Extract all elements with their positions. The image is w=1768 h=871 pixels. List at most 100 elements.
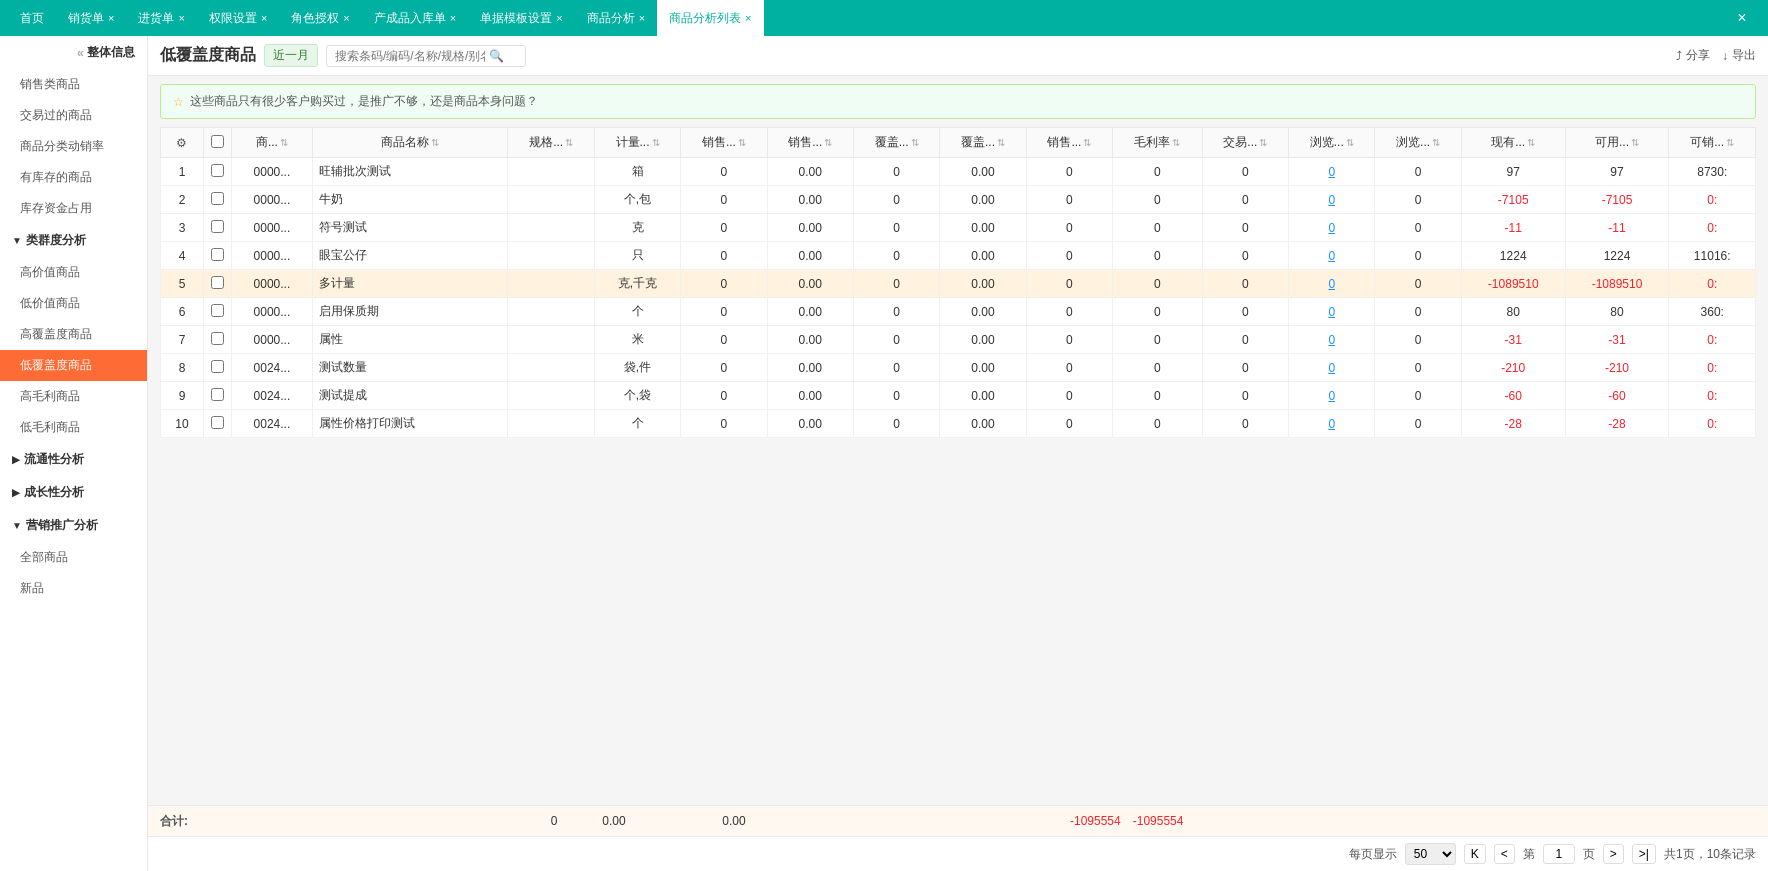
row-cover2: 0.00 <box>940 158 1026 186</box>
row-sales3: 0 <box>1026 298 1112 326</box>
row-cover2: 0.00 <box>940 410 1026 438</box>
select-all-checkbox[interactable] <box>211 135 224 148</box>
nav-role-auth[interactable]: 角色授权 × <box>279 0 361 36</box>
current-page-input[interactable] <box>1543 844 1575 864</box>
nav-purchase-order[interactable]: 进货单 × <box>126 0 196 36</box>
sidebar-item-low-value[interactable]: 低价值商品 <box>0 288 147 319</box>
nav-sales-order[interactable]: 销货单 × <box>56 0 126 36</box>
nav-product-analysis-list[interactable]: 商品分析列表 × <box>657 0 763 36</box>
next-page-button[interactable]: > <box>1603 844 1624 864</box>
row-code: 0000... <box>231 270 312 298</box>
nav-close-sales[interactable]: × <box>108 12 114 24</box>
table-container: ⚙ 商... ⇅ <box>148 119 1768 805</box>
row-gross: 0 <box>1113 410 1203 438</box>
row-checkbox[interactable] <box>203 242 231 270</box>
row-name: 测试数量 <box>312 354 508 382</box>
row-gross: 0 <box>1113 270 1203 298</box>
sidebar-header-overall[interactable]: « 整体信息 <box>0 36 147 69</box>
prev-page-button[interactable]: < <box>1494 844 1515 864</box>
row-checkbox[interactable] <box>203 158 231 186</box>
sidebar-item-high-margin[interactable]: 高毛利商品 <box>0 381 147 412</box>
star-icon: ☆ <box>173 95 184 109</box>
row-browse1[interactable]: 0 <box>1289 214 1375 242</box>
nav-template-settings[interactable]: 单据模板设置 × <box>468 0 574 36</box>
row-cover1: 0 <box>853 242 939 270</box>
row-checkbox[interactable] <box>203 214 231 242</box>
row-browse2: 0 <box>1375 186 1461 214</box>
sidebar-item-low-margin[interactable]: 低毛利商品 <box>0 412 147 443</box>
row-cover1: 0 <box>853 410 939 438</box>
col-settings[interactable]: ⚙ <box>161 128 204 158</box>
sidebar-item-traded-products[interactable]: 交易过的商品 <box>0 100 147 131</box>
row-browse1[interactable]: 0 <box>1289 354 1375 382</box>
nav-close-analysis-list[interactable]: × <box>745 12 751 24</box>
row-browse1[interactable]: 0 <box>1289 410 1375 438</box>
sidebar-item-high-value[interactable]: 高价值商品 <box>0 257 147 288</box>
sidebar-item-high-coverage[interactable]: 高覆盖度商品 <box>0 319 147 350</box>
nav-close-template[interactable]: × <box>556 12 562 24</box>
sidebar-section-cluster[interactable]: ▼ 类群度分析 <box>0 224 147 257</box>
nav-close-role[interactable]: × <box>343 12 349 24</box>
row-sellable: 0: <box>1669 354 1756 382</box>
share-button[interactable]: ⤴ 分享 <box>1676 47 1710 64</box>
first-page-button[interactable]: K <box>1464 844 1486 864</box>
row-current: 1224 <box>1461 242 1565 270</box>
row-sales-amt: 0.00 <box>767 298 853 326</box>
sidebar-item-stock-capital[interactable]: 库存资金占用 <box>0 193 147 224</box>
nav-finished-goods[interactable]: 产成品入库单 × <box>362 0 468 36</box>
row-checkbox[interactable] <box>203 186 231 214</box>
sidebar-item-all-products[interactable]: 全部商品 <box>0 542 147 573</box>
sidebar-item-low-coverage[interactable]: 低覆盖度商品 <box>0 350 147 381</box>
nav-close-permission[interactable]: × <box>261 12 267 24</box>
sidebar-section-growth[interactable]: ▶ 成长性分析 <box>0 476 147 509</box>
sidebar-item-new-products[interactable]: 新品 <box>0 573 147 604</box>
sidebar-section-marketing[interactable]: ▼ 营销推广分析 <box>0 509 147 542</box>
search-input[interactable] <box>335 49 485 63</box>
row-browse1[interactable]: 0 <box>1289 298 1375 326</box>
col-browse2: 浏览... ⇅ <box>1375 128 1461 158</box>
page-size-select[interactable]: 50 100 200 <box>1405 843 1456 865</box>
nav-close-finished[interactable]: × <box>450 12 456 24</box>
nav-permission-settings[interactable]: 权限设置 × <box>197 0 279 36</box>
table-row: 40000...眼宝公仔只00.0000.0000000122412241101… <box>161 242 1756 270</box>
row-sales3: 0 <box>1026 214 1112 242</box>
row-checkbox[interactable] <box>203 326 231 354</box>
row-checkbox[interactable] <box>203 354 231 382</box>
search-icon[interactable]: 🔍 <box>489 49 504 63</box>
row-browse1[interactable]: 0 <box>1289 326 1375 354</box>
row-browse1[interactable]: 0 <box>1289 158 1375 186</box>
row-cover2: 0.00 <box>940 298 1026 326</box>
row-cover2: 0.00 <box>940 242 1026 270</box>
row-current: -31 <box>1461 326 1565 354</box>
table-row: 90024...测试提成个,袋00.0000.0000000-60-600: <box>161 382 1756 410</box>
row-browse1[interactable]: 0 <box>1289 186 1375 214</box>
row-no: 6 <box>161 298 204 326</box>
row-checkbox[interactable] <box>203 270 231 298</box>
filter-recent-month[interactable]: 近一月 <box>264 44 318 67</box>
row-spec <box>508 214 594 242</box>
row-available: -210 <box>1565 354 1669 382</box>
row-sales-qty: 0 <box>681 298 767 326</box>
row-browse1[interactable]: 0 <box>1289 270 1375 298</box>
row-checkbox[interactable] <box>203 382 231 410</box>
row-checkbox[interactable] <box>203 410 231 438</box>
row-name: 符号测试 <box>312 214 508 242</box>
row-checkbox[interactable] <box>203 298 231 326</box>
window-close-button[interactable]: × <box>1724 0 1760 36</box>
row-browse1[interactable]: 0 <box>1289 242 1375 270</box>
export-button[interactable]: ↓ 导出 <box>1722 47 1756 64</box>
nav-product-analysis[interactable]: 商品分析 × <box>575 0 657 36</box>
sidebar-item-in-stock[interactable]: 有库存的商品 <box>0 162 147 193</box>
row-cover2: 0.00 <box>940 186 1026 214</box>
last-page-button[interactable]: >| <box>1632 844 1656 864</box>
nav-close-purchase[interactable]: × <box>178 12 184 24</box>
row-code: 0000... <box>231 326 312 354</box>
sidebar-section-liquidity[interactable]: ▶ 流通性分析 <box>0 443 147 476</box>
info-banner: ☆ 这些商品只有很少客户购买过，是推广不够，还是商品本身问题？ <box>160 84 1756 119</box>
sidebar-item-category-rate[interactable]: 商品分类动销率 <box>0 131 147 162</box>
nav-home[interactable]: 首页 <box>8 0 56 36</box>
row-browse1[interactable]: 0 <box>1289 382 1375 410</box>
row-no: 3 <box>161 214 204 242</box>
sidebar-item-sales-products[interactable]: 销售类商品 <box>0 69 147 100</box>
nav-close-analysis[interactable]: × <box>639 12 645 24</box>
